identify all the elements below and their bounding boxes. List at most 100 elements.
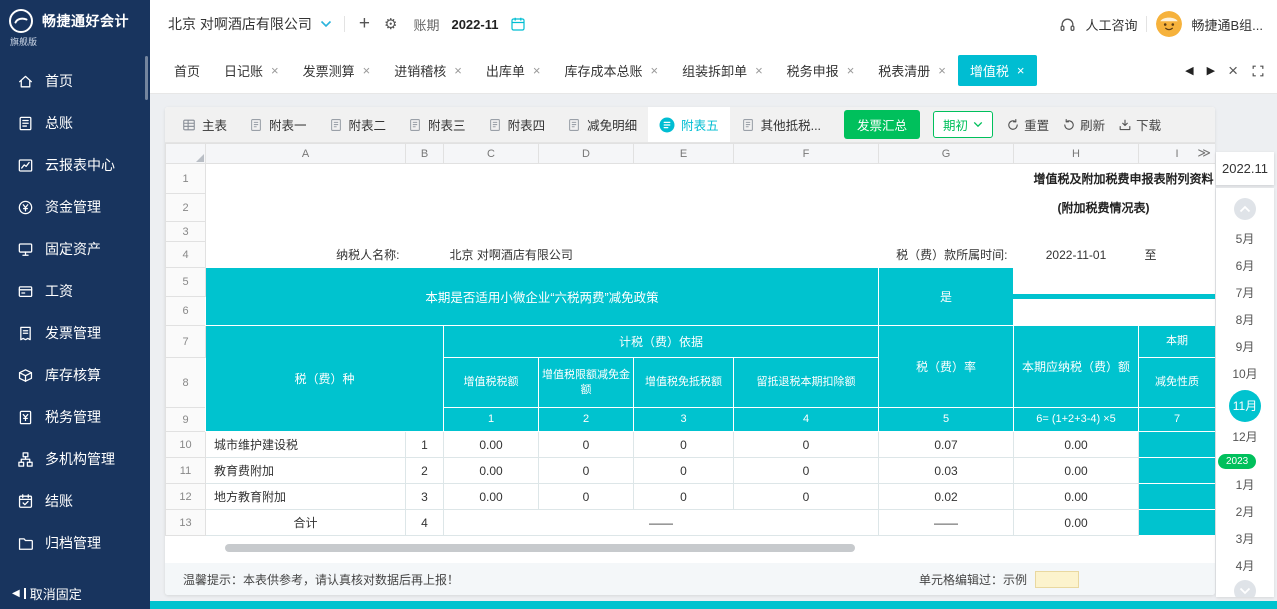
tab-tax-filing[interactable]: 税务申报 ×: [775, 55, 867, 86]
header-retained-deduction[interactable]: 留抵退税本期扣除额: [733, 357, 879, 408]
sidebar-item-archive[interactable]: 归档管理: [0, 522, 150, 564]
sidebar-item-funds[interactable]: 资金管理: [0, 186, 150, 228]
row-header[interactable]: 7: [165, 325, 206, 358]
sidebar-item-multi-org[interactable]: 多机构管理: [0, 438, 150, 480]
rate-cell[interactable]: 0.07: [878, 431, 1014, 458]
tab-home[interactable]: 首页: [162, 55, 212, 86]
period-month[interactable]: 12月: [1216, 424, 1274, 451]
opening-balance-button[interactable]: 期初: [933, 111, 994, 138]
period-from-cell[interactable]: 2022-11-01: [1013, 241, 1139, 268]
subtab-schedule-2[interactable]: 附表二: [318, 107, 398, 142]
sidebar-item-home[interactable]: 首页: [0, 60, 150, 102]
payable-cell[interactable]: 0.00: [1013, 457, 1139, 484]
close-tab-icon[interactable]: ×: [1017, 64, 1025, 77]
close-tab-icon[interactable]: ×: [938, 64, 946, 77]
period-month[interactable]: 6月: [1216, 253, 1274, 280]
tab-vat[interactable]: 增值税 ×: [957, 55, 1037, 86]
total-basis-cell[interactable]: ——: [443, 509, 879, 536]
row-header[interactable]: 9: [165, 407, 206, 432]
column-header[interactable]: H: [1013, 143, 1139, 164]
sidebar-item-tax[interactable]: 税务管理: [0, 396, 150, 438]
period-month[interactable]: 7月: [1216, 280, 1274, 307]
tax-name-cell[interactable]: 教育费附加: [205, 457, 406, 484]
total-label-cell[interactable]: 合计: [205, 509, 406, 536]
value-cell[interactable]: 0: [633, 431, 734, 458]
period-value[interactable]: 2022-11: [451, 17, 498, 32]
value-cell[interactable]: 0: [733, 431, 879, 458]
column-header[interactable]: G: [878, 143, 1014, 164]
sidebar-item-payroll[interactable]: 工资: [0, 270, 150, 312]
header-reduction-nature[interactable]: 减免性质: [1138, 357, 1215, 408]
header-current[interactable]: 本期: [1138, 325, 1215, 358]
close-tab-icon[interactable]: ×: [533, 64, 541, 77]
period-month[interactable]: 1月: [1216, 472, 1274, 499]
policy-answer-cell[interactable]: 是: [878, 267, 1014, 326]
cell[interactable]: [633, 241, 734, 268]
row-header[interactable]: 3: [165, 221, 206, 242]
subtab-schedule-5[interactable]: 附表五: [648, 107, 730, 142]
settings-gear-icon[interactable]: ⚙: [384, 15, 397, 33]
tab-tax-register[interactable]: 税表清册 ×: [866, 55, 958, 86]
subtab-schedule-3[interactable]: 附表三: [397, 107, 477, 142]
tax-name-cell[interactable]: 地方教育附加: [205, 483, 406, 510]
period-month[interactable]: 3月: [1216, 526, 1274, 553]
index-cell[interactable]: 1: [443, 407, 539, 432]
cell[interactable]: [733, 241, 879, 268]
index-cell[interactable]: 7: [1138, 407, 1215, 432]
tab-scroll-right-button[interactable]: ▶: [1207, 64, 1215, 77]
header-payable[interactable]: 本期应纳税（费）额: [1013, 325, 1139, 408]
period-current[interactable]: 2022.11: [1216, 152, 1274, 185]
index-cell[interactable]: 3: [633, 407, 734, 432]
select-all-corner[interactable]: [165, 143, 206, 164]
horizontal-scrollbar[interactable]: [225, 544, 855, 552]
unpin-sidebar-button[interactable]: ◀ 取消固定: [12, 584, 82, 603]
value-cell[interactable]: 0: [733, 483, 879, 510]
value-cell[interactable]: 0: [538, 431, 634, 458]
more-columns-icon[interactable]: ≫: [1197, 146, 1211, 161]
taxpayer-label[interactable]: 纳税人名称:: [205, 241, 406, 268]
period-month[interactable]: 2月: [1216, 499, 1274, 526]
index-cell[interactable]: 4: [733, 407, 879, 432]
tab-outbound-order[interactable]: 出库单 ×: [474, 55, 553, 86]
period-month-selected[interactable]: 11月: [1229, 390, 1261, 422]
header-vat-limit-reduction[interactable]: 增值税限额减免金额: [538, 357, 634, 408]
subtab-other-deductions[interactable]: 其他抵税...: [730, 107, 832, 142]
seq-cell[interactable]: 3: [405, 483, 444, 510]
close-tab-icon[interactable]: ×: [847, 64, 855, 77]
avatar[interactable]: [1156, 11, 1183, 37]
user-name[interactable]: 畅捷通B组...: [1191, 15, 1263, 34]
value-cell[interactable]: 0.00: [443, 431, 539, 458]
header-tax-basis[interactable]: 计税（费）依据: [443, 325, 879, 358]
period-belong-label[interactable]: 税（费）款所属时间:: [878, 241, 1014, 268]
cell[interactable]: [1013, 296, 1215, 326]
add-account-set-button[interactable]: +: [357, 13, 372, 35]
period-month[interactable]: 9月: [1216, 334, 1274, 361]
nature-cell[interactable]: [1138, 431, 1215, 458]
payable-cell[interactable]: 0.00: [1013, 483, 1139, 510]
period-scroll-up-button[interactable]: [1234, 198, 1256, 220]
row-header[interactable]: 10: [165, 431, 206, 458]
period-scroll-down-button[interactable]: [1234, 580, 1256, 597]
sheet-title[interactable]: 增值税及附加税费申报表附列资料: [205, 163, 1215, 194]
invoice-summary-button[interactable]: 发票汇总: [844, 110, 921, 139]
column-header[interactable]: B: [405, 143, 444, 164]
nature-cell[interactable]: [1138, 457, 1215, 484]
header-vat-exempt[interactable]: 增值税免抵税额: [633, 357, 734, 408]
row-header[interactable]: 13: [165, 509, 206, 536]
value-cell[interactable]: 0: [538, 483, 634, 510]
row-header[interactable]: 1: [165, 163, 206, 194]
tab-scroll-left-button[interactable]: ◀: [1185, 64, 1193, 77]
sheet-subtitle[interactable]: (附加税费情况表): [205, 193, 1215, 222]
row-header[interactable]: 5: [165, 267, 206, 297]
rate-cell[interactable]: 0.02: [878, 483, 1014, 510]
empty-row[interactable]: [205, 221, 1215, 242]
row-header[interactable]: 4: [165, 241, 206, 268]
index-cell[interactable]: 5: [878, 407, 1014, 432]
column-header[interactable]: E: [633, 143, 734, 164]
column-header[interactable]: D: [538, 143, 634, 164]
seq-cell[interactable]: 1: [405, 431, 444, 458]
subtab-reduction-detail[interactable]: 减免明细: [556, 107, 648, 142]
sidebar-scrollbar[interactable]: [145, 56, 148, 100]
close-tab-icon[interactable]: ×: [755, 64, 763, 77]
sidebar-item-general-ledger[interactable]: 总账: [0, 102, 150, 144]
